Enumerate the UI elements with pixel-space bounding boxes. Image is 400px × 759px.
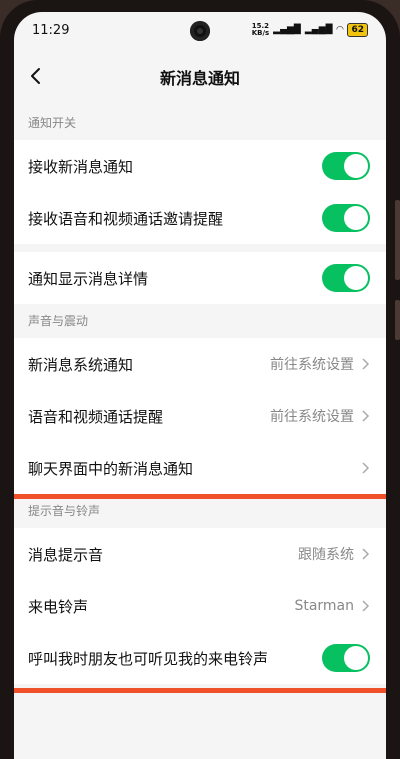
signal-icon-2: ▂▄▆█ <box>304 25 333 35</box>
volume-button <box>395 200 400 280</box>
row-ringtone[interactable]: 来电铃声 Starman <box>14 580 386 632</box>
row-call-invite-alert[interactable]: 接收语音和视频通话邀请提醒 <box>14 192 386 244</box>
chevron-right-icon <box>362 548 370 560</box>
toggle-receive-new-message[interactable] <box>322 152 370 180</box>
toggle-call-invite-alert[interactable] <box>322 204 370 232</box>
row-value: 前往系统设置 <box>270 357 354 373</box>
row-label: 呼叫我时朋友也可听见我的来电铃声 <box>28 649 269 668</box>
section-header-sound: 声音与震动 <box>28 314 89 328</box>
highlight-bottom-line <box>14 688 386 693</box>
row-label: 消息提示音 <box>28 545 104 564</box>
row-label: 聊天界面中的新消息通知 <box>28 459 194 478</box>
front-camera <box>190 21 210 41</box>
power-button <box>395 300 400 340</box>
battery-icon: 62 <box>347 23 368 37</box>
section-header-tones: 提示音与铃声 <box>28 504 101 518</box>
row-show-message-detail[interactable]: 通知显示消息详情 <box>14 252 386 304</box>
row-share-ringtone[interactable]: 呼叫我时朋友也可听见我的来电铃声 <box>14 632 386 684</box>
signal-icon: ▂▄▆█ <box>273 25 301 35</box>
row-receive-new-message[interactable]: 接收新消息通知 <box>14 140 386 192</box>
divider <box>14 244 386 252</box>
highlight-top-line <box>14 494 386 499</box>
navbar: 新消息通知 <box>14 48 386 106</box>
status-icons: 15.2 KB/s ▂▄▆█ ▂▄▆█ ◠ 62 <box>252 23 368 37</box>
row-label: 接收语音和视频通话邀请提醒 <box>28 209 224 228</box>
group-notify: 接收新消息通知 接收语音和视频通话邀请提醒 <box>14 140 386 244</box>
section-header-notify: 通知开关 <box>28 116 77 130</box>
toggle-show-message-detail[interactable] <box>322 264 370 292</box>
chevron-right-icon <box>362 462 370 474</box>
row-label: 来电铃声 <box>28 597 89 616</box>
network-speed: 15.2 KB/s <box>251 22 270 37</box>
group-sound: 新消息系统通知 前往系统设置 语音和视频通话提醒 前往系统设置 聊天界面中的新消… <box>14 338 386 494</box>
row-call-reminder[interactable]: 语音和视频通话提醒 前往系统设置 <box>14 390 386 442</box>
row-system-notification[interactable]: 新消息系统通知 前往系统设置 <box>14 338 386 390</box>
chevron-right-icon <box>362 410 370 422</box>
row-message-tone[interactable]: 消息提示音 跟随系统 <box>14 528 386 580</box>
row-label: 新消息系统通知 <box>28 355 134 374</box>
wifi-icon: ◠ <box>336 25 344 35</box>
group-notify-detail: 通知显示消息详情 <box>14 252 386 304</box>
row-value: Starman <box>294 598 354 614</box>
row-chat-notification[interactable]: 聊天界面中的新消息通知 <box>14 442 386 494</box>
row-label: 接收新消息通知 <box>28 157 134 176</box>
row-value: 前往系统设置 <box>270 409 354 425</box>
row-label: 通知显示消息详情 <box>28 269 149 288</box>
group-tones: 消息提示音 跟随系统 来电铃声 Starman 呼叫我时朋友也可听见我的来电铃声 <box>14 528 386 684</box>
page-title: 新消息通知 <box>159 69 240 88</box>
phone-frame: 11:29 15.2 KB/s ▂▄▆█ ▂▄▆█ ◠ 62 新消息通知 通知开… <box>0 0 400 759</box>
screen: 11:29 15.2 KB/s ▂▄▆█ ▂▄▆█ ◠ 62 新消息通知 通知开… <box>14 12 386 759</box>
toggle-share-ringtone[interactable] <box>322 644 370 672</box>
back-arrow-icon[interactable] <box>26 66 46 86</box>
row-label: 语音和视频通话提醒 <box>28 407 164 426</box>
status-time: 11:29 <box>32 22 70 38</box>
chevron-right-icon <box>362 358 370 370</box>
row-value: 跟随系统 <box>298 547 354 563</box>
chevron-right-icon <box>362 600 370 612</box>
